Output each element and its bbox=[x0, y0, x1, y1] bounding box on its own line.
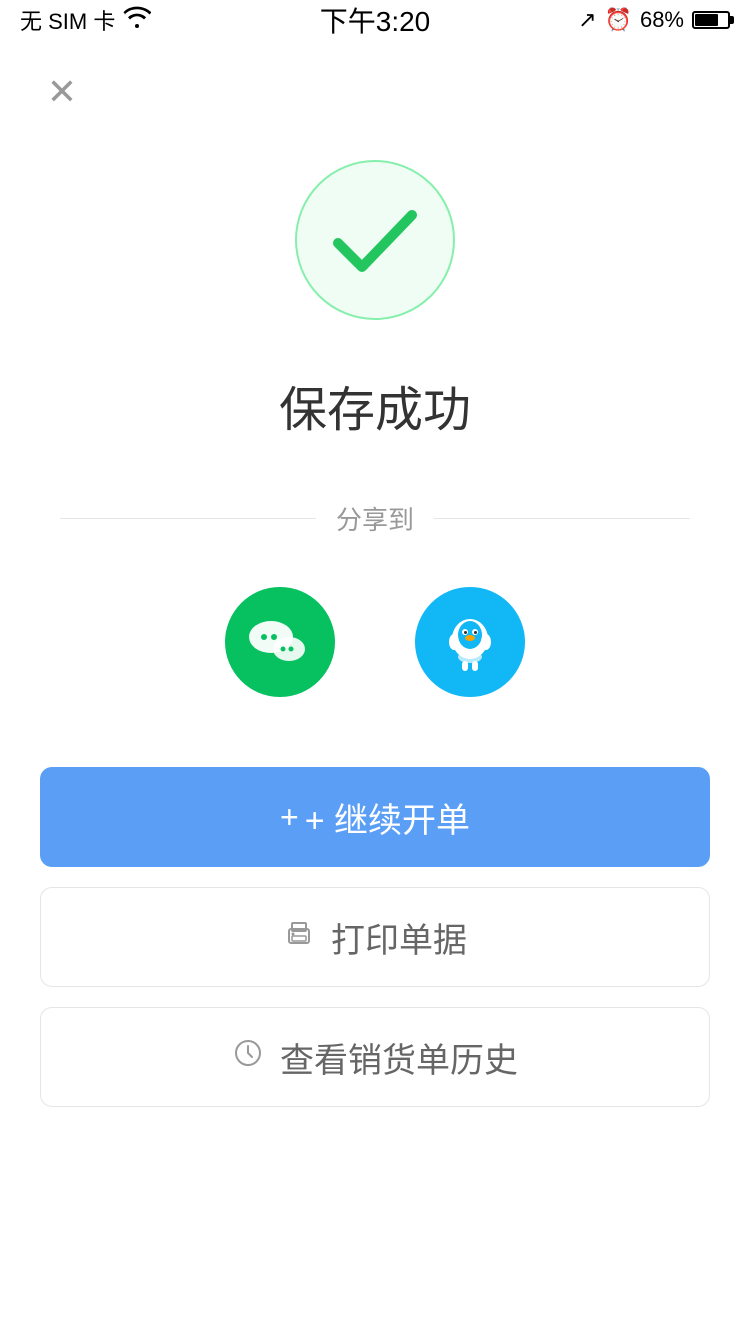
history-label: 查看销货单历史 bbox=[280, 1033, 518, 1082]
check-icon bbox=[330, 205, 420, 275]
print-label: 打印单据 bbox=[331, 913, 467, 962]
print-button[interactable]: 打印单据 bbox=[40, 887, 710, 987]
actions: + + 继续开单 打印单据 bbox=[0, 767, 750, 1107]
share-divider: 分享到 bbox=[60, 500, 690, 537]
status-right: ↗ ⏰ 68% bbox=[578, 7, 730, 33]
battery-icon bbox=[692, 11, 730, 29]
status-bar: 无 SIM 卡 下午3:20 ↗ ⏰ 68% bbox=[0, 0, 750, 40]
wechat-share-button[interactable] bbox=[225, 587, 335, 697]
sim-status: 无 SIM 卡 bbox=[20, 4, 115, 36]
alarm-icon: ⏰ bbox=[605, 7, 632, 33]
continue-label: + 继续开单 bbox=[305, 793, 470, 842]
status-time: 下午3:20 bbox=[320, 0, 431, 40]
history-icon bbox=[232, 1037, 264, 1078]
wechat-icon bbox=[245, 607, 315, 677]
share-label: 分享到 bbox=[336, 500, 414, 537]
wifi-icon bbox=[123, 6, 151, 34]
qq-share-button[interactable] bbox=[415, 587, 525, 697]
location-icon: ↗ bbox=[578, 7, 596, 33]
close-icon: ✕ bbox=[47, 74, 77, 110]
status-left: 无 SIM 卡 bbox=[20, 4, 151, 36]
success-circle bbox=[295, 160, 455, 320]
continue-button[interactable]: + + 继续开单 bbox=[40, 767, 710, 867]
print-icon bbox=[283, 917, 315, 958]
share-section: 分享到 bbox=[0, 500, 750, 767]
plus-icon: + bbox=[280, 799, 299, 836]
share-icons bbox=[60, 587, 690, 697]
close-button[interactable]: ✕ bbox=[40, 70, 84, 114]
success-title: 保存成功 bbox=[279, 370, 471, 440]
qq-icon bbox=[440, 607, 500, 677]
battery-percent: 68% bbox=[640, 7, 684, 33]
main-content: ✕ 保存成功 分享到 bbox=[0, 40, 750, 1334]
success-section: 保存成功 分享到 bbox=[0, 40, 750, 1107]
history-button[interactable]: 查看销货单历史 bbox=[40, 1007, 710, 1107]
